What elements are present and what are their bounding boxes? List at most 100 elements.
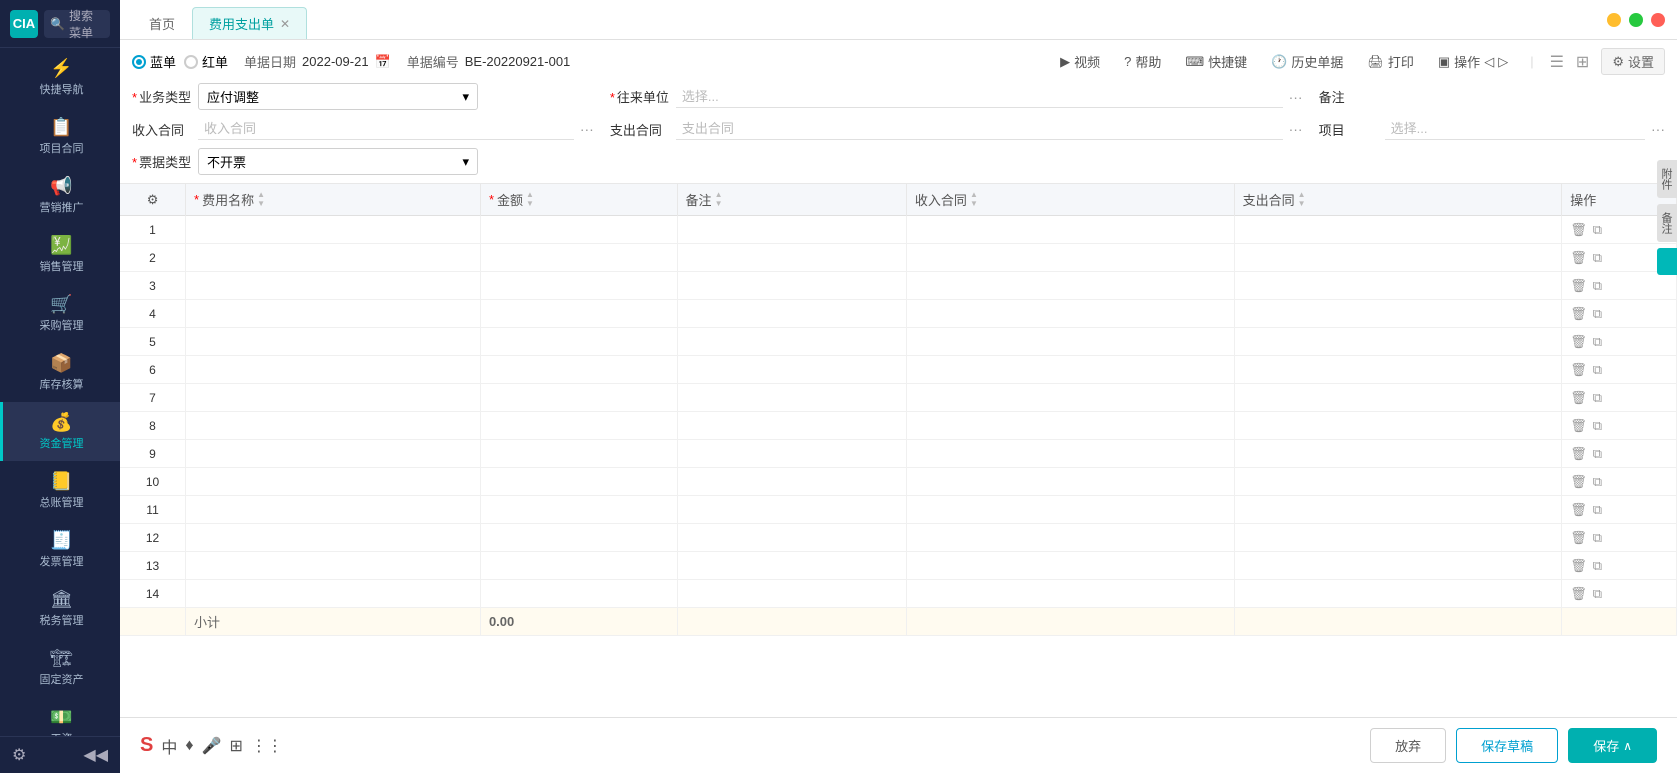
save-button[interactable]: 保存 ∧ bbox=[1568, 728, 1657, 763]
print-button[interactable]: 🖨 打印 bbox=[1361, 49, 1420, 74]
sidebar-item-invoice[interactable]: 🧾 发票管理 bbox=[0, 520, 120, 579]
copy-icon[interactable]: ⧉ bbox=[1593, 334, 1602, 350]
copy-icon[interactable]: ⧉ bbox=[1593, 502, 1602, 518]
remark-label: 备注 bbox=[1319, 87, 1379, 106]
tab-expense-sheet[interactable]: 费用支出单 ✕ bbox=[192, 7, 307, 39]
project-label: 项目 bbox=[1319, 120, 1379, 139]
operations-button[interactable]: ▣ 操作 ◁ ▷ bbox=[1432, 49, 1514, 74]
audio-footer-icon[interactable]: ◀◀ bbox=[83, 745, 108, 765]
delete-icon[interactable]: 🗑 bbox=[1570, 502, 1587, 518]
sidebar-item-quick-nav[interactable]: ⚡ 快捷导航 bbox=[0, 48, 120, 107]
income-contract-input[interactable] bbox=[198, 118, 574, 140]
th-note: 备注 ▲ ▼ bbox=[677, 184, 906, 216]
settings-footer-icon[interactable]: ⚙ bbox=[12, 745, 26, 765]
sidebar-item-project-contract[interactable]: 📋 项目合同 bbox=[0, 107, 120, 166]
expense-contract-more-icon[interactable]: ··· bbox=[1289, 121, 1303, 137]
delete-icon[interactable]: 🗑 bbox=[1570, 418, 1587, 434]
copy-icon[interactable]: ⧉ bbox=[1593, 558, 1602, 574]
sidebar-item-accounting[interactable]: 📒 总账管理 bbox=[0, 461, 120, 520]
right-edge-tab-active[interactable] bbox=[1657, 248, 1677, 275]
invoice-type-value: 不开票 bbox=[207, 152, 246, 171]
sidebar-item-purchase[interactable]: 🛒 采购管理 bbox=[0, 284, 120, 343]
sort-expense-icon[interactable]: ▲ ▼ bbox=[257, 191, 265, 208]
table-row: 8🗑⧉ bbox=[120, 412, 1677, 440]
brand-icon-zhong[interactable]: 中 bbox=[161, 734, 177, 758]
delete-icon[interactable]: 🗑 bbox=[1570, 278, 1587, 294]
window-close-button[interactable] bbox=[1651, 13, 1665, 27]
sidebar-item-payroll[interactable]: 💵 工资 bbox=[0, 697, 120, 736]
sort-income-icon[interactable]: ▲ ▼ bbox=[970, 191, 978, 208]
sidebar-item-sales[interactable]: 💹 销售管理 bbox=[0, 225, 120, 284]
sort-expense-contract-icon[interactable]: ▲ ▼ bbox=[1298, 191, 1306, 208]
delete-icon[interactable]: 🗑 bbox=[1570, 390, 1587, 406]
brand-icon-grid[interactable]: ⊞ bbox=[229, 736, 242, 756]
delete-icon[interactable]: 🗑 bbox=[1570, 530, 1587, 546]
delete-icon[interactable]: 🗑 bbox=[1570, 586, 1587, 602]
copy-icon[interactable]: ⧉ bbox=[1593, 278, 1602, 294]
copy-icon[interactable]: ⧉ bbox=[1593, 446, 1602, 462]
tab-close-icon[interactable]: ✕ bbox=[280, 17, 290, 31]
expense-contract-input[interactable] bbox=[676, 118, 1283, 140]
window-maximize-button[interactable] bbox=[1629, 13, 1643, 27]
delete-icon[interactable]: 🗑 bbox=[1570, 558, 1587, 574]
sidebar-item-marketing[interactable]: 📢 营销推广 bbox=[0, 166, 120, 225]
sidebar-item-tax[interactable]: 🏛 税务管理 bbox=[0, 579, 120, 638]
radio-blue[interactable]: 蓝单 bbox=[132, 52, 176, 71]
radio-red[interactable]: 红单 bbox=[184, 52, 228, 71]
capital-icon: 💰 bbox=[50, 412, 72, 433]
sidebar-search[interactable]: 🔍 搜索菜单 bbox=[44, 10, 110, 38]
history-button[interactable]: 🕐 历史单据 bbox=[1265, 49, 1349, 74]
sidebar-nav: ⚡ 快捷导航 📋 项目合同 📢 营销推广 💹 销售管理 🛒 采购管理 📦 库存核… bbox=[0, 48, 120, 736]
discard-button[interactable]: 放弃 bbox=[1370, 728, 1446, 763]
project-input[interactable] bbox=[1385, 118, 1645, 140]
list-view-icon[interactable]: ☰ bbox=[1550, 52, 1564, 72]
income-contract-more-icon[interactable]: ··· bbox=[580, 121, 594, 137]
settings-icon: ⚙ bbox=[1612, 54, 1624, 70]
delete-icon[interactable]: 🗑 bbox=[1570, 474, 1587, 490]
project-more-icon[interactable]: ··· bbox=[1651, 121, 1665, 137]
partner-input[interactable] bbox=[676, 86, 1283, 108]
sidebar-item-inventory[interactable]: 📦 库存核算 bbox=[0, 343, 120, 402]
copy-icon[interactable]: ⧉ bbox=[1593, 250, 1602, 266]
grid-view-icon[interactable]: ⊞ bbox=[1576, 52, 1589, 72]
copy-icon[interactable]: ⧉ bbox=[1593, 530, 1602, 546]
right-edge-tab-note[interactable]: 备注 bbox=[1657, 204, 1677, 242]
brand-icon-mic[interactable]: 🎤 bbox=[202, 736, 222, 756]
copy-icon[interactable]: ⧉ bbox=[1593, 362, 1602, 378]
help-button[interactable]: ? 帮助 bbox=[1118, 49, 1167, 74]
delete-icon[interactable]: 🗑 bbox=[1570, 250, 1587, 266]
delete-icon[interactable]: 🗑 bbox=[1570, 222, 1587, 238]
brand-icon-diamond[interactable]: ♦ bbox=[185, 737, 193, 755]
th-income-contract: 收入合同 ▲ ▼ bbox=[906, 184, 1234, 216]
right-edge-tab-attach[interactable]: 附件 bbox=[1657, 160, 1677, 198]
chevron-left-icon: ◁ bbox=[1484, 54, 1494, 70]
video-button[interactable]: ▶ 视频 bbox=[1054, 49, 1106, 74]
tab-home[interactable]: 首页 bbox=[132, 7, 192, 39]
sort-amount-icon[interactable]: ▲ ▼ bbox=[526, 191, 534, 208]
settings-button[interactable]: ⚙ 设置 bbox=[1601, 48, 1665, 75]
table-row: 6🗑⧉ bbox=[120, 356, 1677, 384]
save-draft-button[interactable]: 保存草稿 bbox=[1456, 728, 1558, 763]
sidebar-item-fixed-assets[interactable]: 🏗 固定资产 bbox=[0, 638, 120, 697]
delete-icon[interactable]: 🗑 bbox=[1570, 446, 1587, 462]
copy-icon[interactable]: ⧉ bbox=[1593, 418, 1602, 434]
th-settings[interactable]: ⚙ bbox=[120, 184, 186, 216]
copy-icon[interactable]: ⧉ bbox=[1593, 586, 1602, 602]
delete-icon[interactable]: 🗑 bbox=[1570, 334, 1587, 350]
sort-note-icon[interactable]: ▲ ▼ bbox=[715, 191, 723, 208]
table-settings-icon[interactable]: ⚙ bbox=[147, 192, 159, 208]
copy-icon[interactable]: ⧉ bbox=[1593, 474, 1602, 490]
shortcuts-button[interactable]: ⌨ 快捷键 bbox=[1179, 49, 1253, 74]
delete-icon[interactable]: 🗑 bbox=[1570, 362, 1587, 378]
biz-type-select[interactable]: 应付调整 ▾ bbox=[198, 83, 478, 110]
copy-icon[interactable]: ⧉ bbox=[1593, 390, 1602, 406]
sidebar-item-capital[interactable]: 💰 资金管理 bbox=[0, 402, 120, 461]
invoice-type-select[interactable]: 不开票 ▾ bbox=[198, 148, 478, 175]
partner-more-icon[interactable]: ··· bbox=[1289, 89, 1303, 105]
copy-icon[interactable]: ⧉ bbox=[1593, 306, 1602, 322]
window-minimize-button[interactable] bbox=[1607, 13, 1621, 27]
copy-icon[interactable]: ⧉ bbox=[1593, 222, 1602, 238]
brand-icon-dots[interactable]: ⋮⋮ bbox=[251, 736, 283, 756]
calendar-icon[interactable]: 📅 bbox=[375, 54, 391, 70]
delete-icon[interactable]: 🗑 bbox=[1570, 306, 1587, 322]
